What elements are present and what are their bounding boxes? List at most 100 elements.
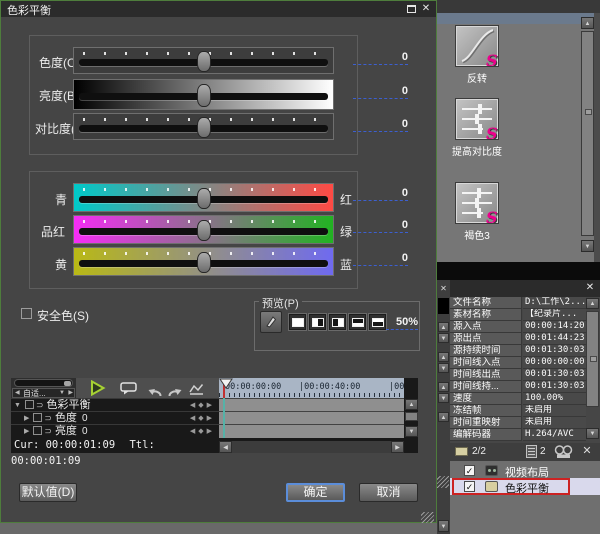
strip-up-button[interactable]: ▲ (438, 412, 449, 422)
preview-mode-split-right-button[interactable] (308, 313, 327, 331)
info-close-button[interactable]: ✕ (583, 282, 597, 294)
effect-row-video-layout[interactable]: ✓ 视频布局 (450, 463, 600, 478)
timeline-row-luminance[interactable]: ▶⊃亮度0 ◀◆▶ (11, 424, 219, 437)
track-row[interactable] (219, 411, 404, 424)
strip-close-button[interactable]: ✕ (438, 283, 449, 294)
strip-down-button[interactable]: ▼ (438, 393, 449, 403)
next-keyframe-icon[interactable]: ▶ (207, 402, 215, 409)
add-keyframe-icon[interactable]: ◆ (198, 402, 206, 409)
preview-mode-split-left-button[interactable] (328, 313, 347, 331)
timeline-row-chroma[interactable]: ▶⊃色度0 ◀◆▶ (11, 411, 219, 424)
timeline-scroll-up-button[interactable]: ▲ (405, 399, 418, 410)
chroma-slider-thumb[interactable] (197, 51, 211, 72)
strip-resize-grip[interactable] (437, 476, 449, 488)
green-value[interactable]: 0 (353, 219, 408, 233)
palette-scroll-up-button[interactable]: ▲ (581, 17, 594, 29)
scroll-thumb-grip (585, 109, 592, 115)
effect-enabled-checkbox[interactable]: ✓ (464, 481, 475, 492)
preview-mode-bottom-button[interactable] (348, 313, 367, 331)
dialog-titlebar[interactable]: 色彩平衡 ✕ (1, 1, 436, 17)
preset-right-icon[interactable]: ▶ (68, 389, 73, 398)
preview-zoom-value[interactable]: 50% (386, 316, 418, 330)
strip-up-button[interactable]: ▲ (438, 382, 449, 392)
preset-dropdown-icon[interactable]: ▼ (59, 389, 65, 398)
ok-button[interactable]: 确定 (286, 483, 345, 502)
chroma-slider[interactable] (73, 47, 334, 74)
effect-row-color-balance[interactable]: ✓ 色彩平衡 (450, 478, 600, 495)
preview-mode-full-button[interactable] (288, 313, 307, 331)
chroma-value[interactable]: 0 (353, 51, 408, 65)
timeline-row-color-balance[interactable]: ▼⊃色彩平衡 ◀◆▶ (11, 398, 219, 411)
timeline-scroll-left-button[interactable]: ◀ (219, 441, 232, 453)
next-keyframe-icon[interactable]: ▶ (207, 428, 215, 435)
preview-mode-top-button[interactable] (368, 313, 387, 331)
timeline-scroll-down-button[interactable]: ▼ (405, 426, 418, 437)
track-row[interactable] (219, 398, 404, 411)
dialog-resize-grip[interactable] (421, 512, 434, 523)
timeline-hscrollbar[interactable]: ◀ ▶ (219, 441, 404, 453)
effect-sepia3-label[interactable]: 褐色3 (437, 227, 517, 242)
luminance-slider-thumb[interactable] (197, 84, 211, 107)
strip-down-button[interactable]: ▼ (438, 363, 449, 373)
keyframe-track-area[interactable] (219, 398, 404, 438)
info-scroll-up-button[interactable]: ▲ (586, 298, 599, 309)
movie-camera-icon (554, 445, 573, 459)
row-enable-checkbox[interactable] (33, 426, 42, 435)
yellow-blue-slider-thumb[interactable] (197, 252, 211, 273)
track-row[interactable] (219, 424, 404, 437)
effect-invert-label[interactable]: 反转 (437, 70, 517, 85)
timeline-zoom-slider[interactable] (14, 379, 73, 387)
timeline-zoom-thumb[interactable] (64, 381, 71, 386)
prev-keyframe-icon[interactable]: ◀ (190, 402, 198, 409)
strip-bottom-down-button[interactable]: ▼ (438, 520, 449, 532)
expand-icon[interactable]: ▶ (24, 428, 29, 435)
row-enable-checkbox[interactable] (25, 400, 34, 409)
safe-color-checkbox[interactable] (21, 308, 32, 319)
cyan-red-slider[interactable] (73, 183, 334, 212)
cancel-button[interactable]: 取消 (359, 483, 418, 502)
add-keyframe-icon[interactable]: ◆ (198, 428, 206, 435)
clipboard-icon[interactable] (526, 445, 537, 458)
preset-dropdown[interactable]: ◀ 自适... ▼ ▶ (12, 388, 75, 398)
preset-left-icon[interactable]: ◀ (15, 389, 20, 398)
expand-icon[interactable]: ▶ (24, 415, 29, 422)
luminance-slider[interactable] (73, 79, 334, 110)
palette-scroll-thumb[interactable] (581, 31, 594, 236)
contrast-value[interactable]: 0 (353, 118, 408, 132)
close-icon: ✕ (582, 445, 591, 457)
timeline-ruler[interactable]: 00:00:00:00 |00:00:40:00 |00:0 (219, 378, 404, 398)
prev-keyframe-icon[interactable]: ◀ (190, 415, 198, 422)
default-button[interactable]: 默认值(D) (19, 483, 77, 502)
luminance-value[interactable]: 0 (353, 85, 408, 99)
info-scroll-down-button[interactable]: ▼ (586, 428, 599, 439)
effects-list-close-button[interactable]: ✕ (580, 444, 594, 458)
preview-pen-button[interactable] (260, 311, 282, 333)
effect-enabled-checkbox[interactable]: ✓ (464, 465, 475, 476)
timeline-vscroll-thumb[interactable] (405, 412, 418, 421)
collapse-icon[interactable]: ▼ (14, 402, 21, 409)
add-keyframe-icon[interactable]: ◆ (198, 415, 206, 422)
info-titlebar[interactable]: ✕ (450, 280, 600, 297)
red-value[interactable]: 0 (353, 187, 408, 201)
maximize-button[interactable] (404, 3, 418, 15)
row-enable-checkbox[interactable] (33, 413, 42, 422)
cyan-red-slider-thumb[interactable] (197, 188, 211, 209)
yellow-blue-slider[interactable] (73, 247, 334, 276)
strip-up-button[interactable]: ▲ (438, 322, 449, 332)
strip-up-button[interactable]: ▲ (438, 352, 449, 362)
effect-contrast-label[interactable]: 提高对比度 (437, 143, 517, 158)
next-keyframe-icon[interactable]: ▶ (207, 415, 215, 422)
timeline-left-controls: ◀ 自适... ▼ ▶ (11, 378, 76, 398)
strip-down-button[interactable]: ▼ (438, 333, 449, 343)
magenta-green-slider[interactable] (73, 215, 334, 244)
blue-value[interactable]: 0 (353, 252, 408, 266)
contrast-slider[interactable] (73, 113, 334, 140)
playhead-marker[interactable] (219, 378, 233, 389)
magenta-green-slider-thumb[interactable] (197, 220, 211, 241)
close-button[interactable]: ✕ (419, 3, 433, 15)
contrast-slider-thumb[interactable] (197, 117, 211, 138)
palette-scroll-down-button[interactable]: ▼ (581, 240, 594, 252)
timeline-scroll-right-button[interactable]: ▶ (391, 441, 404, 453)
prev-keyframe-icon[interactable]: ◀ (190, 428, 198, 435)
info-scroll-thumb[interactable] (586, 311, 599, 407)
